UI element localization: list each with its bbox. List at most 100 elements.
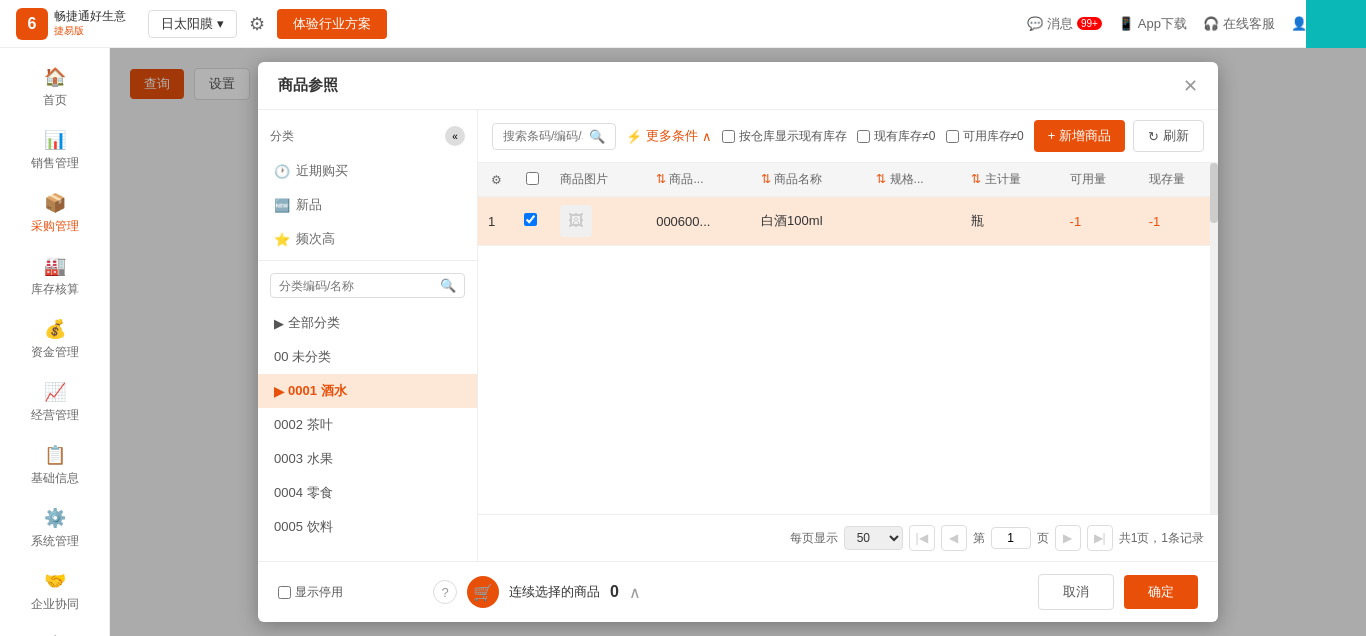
sidebar-item-collab[interactable]: 🤝 企业协同	[0, 560, 109, 623]
purchase-icon: 📦	[44, 192, 66, 214]
checkbox-stock-nonzero[interactable]: 现有库存≠0	[857, 128, 935, 145]
collapse-button[interactable]: «	[445, 126, 465, 146]
chevron-up-icon: ∧	[702, 129, 712, 144]
top-navigation: 6 畅捷通好生意 捷易版 日太阳膜 ▾ ⚙ 体验行业方案 💬 消息 99+ 📱 …	[0, 0, 1366, 48]
help-icon-btn[interactable]: ?	[433, 580, 457, 604]
new-items-item[interactable]: 🆕 新品	[258, 188, 477, 222]
th-spec[interactable]: ⇅ 规格...	[866, 163, 961, 197]
dialog-header: 商品参照 ✕	[258, 62, 1218, 110]
messages-btn[interactable]: 💬 消息 99+	[1027, 15, 1102, 33]
user-icon: 👤	[1291, 16, 1307, 31]
row-stock: -1	[1139, 197, 1218, 246]
row-select-checkbox[interactable]	[524, 213, 537, 226]
toolbar: 🔍 ⚡ 更多条件 ∧ 按仓库显示现有库存	[478, 110, 1218, 163]
divider	[258, 260, 477, 261]
scrollbar-track[interactable]	[1210, 163, 1218, 514]
confirm-button[interactable]: 确定	[1124, 575, 1198, 609]
show-disabled-checkbox[interactable]	[278, 586, 291, 599]
th-code[interactable]: ⇅ 商品...	[646, 163, 751, 197]
recent-purchase-item[interactable]: 🕐 近期购买	[258, 154, 477, 188]
filter-button[interactable]: ⚡ 更多条件 ∧	[626, 127, 712, 145]
checkbox-by-warehouse-input[interactable]	[722, 130, 735, 143]
sidebar-item-operations[interactable]: 📈 经营管理	[0, 371, 109, 434]
footer-left: 显示停用	[278, 584, 343, 601]
row-name: 白酒100ml	[751, 197, 866, 246]
sidebar-item-finance[interactable]: 💰 资金管理	[0, 308, 109, 371]
next-page-btn[interactable]: ▶	[1055, 525, 1081, 551]
category-search-icon[interactable]: 🔍	[440, 278, 456, 293]
sidebar-item-basics[interactable]: 📋 基础信息	[0, 434, 109, 497]
sidebar: 🏠 首页 📊 销售管理 📦 采购管理 🏭 库存核算 💰 资金管理 📈 经营管理 …	[0, 48, 110, 636]
sidebar-item-sales[interactable]: 📊 销售管理	[0, 119, 109, 182]
sales-icon: 📊	[44, 129, 66, 151]
th-name[interactable]: ⇅ 商品名称	[751, 163, 866, 197]
frequent-item[interactable]: ⭐ 频次高	[258, 222, 477, 256]
category-item-00[interactable]: 00 未分类	[258, 340, 477, 374]
expand-button[interactable]: ∧	[629, 583, 641, 602]
add-product-button[interactable]: + 新增商品	[1034, 120, 1125, 152]
dialog-close-button[interactable]: ✕	[1183, 77, 1198, 95]
search-icon[interactable]: 🔍	[589, 129, 605, 144]
sidebar-item-home[interactable]: 🏠 首页	[0, 56, 109, 119]
first-page-btn[interactable]: |◀	[909, 525, 935, 551]
product-search-input[interactable]	[503, 129, 583, 143]
checkbox-stock-nonzero-input[interactable]	[857, 130, 870, 143]
dialog-title: 商品参照	[278, 76, 338, 95]
operations-icon: 📈	[44, 381, 66, 403]
continuous-label: 连续选择的商品	[509, 583, 600, 601]
product-table: ⚙ 商品图片 ⇅ 商品...	[478, 163, 1218, 246]
sidebar-item-purchase[interactable]: 📦 采购管理	[0, 182, 109, 245]
show-disabled-label[interactable]: 显示停用	[278, 584, 343, 601]
category-search-box[interactable]: 🔍	[270, 273, 465, 298]
table-row[interactable]: 1 🖼	[478, 197, 1218, 246]
th-settings[interactable]: ⚙	[478, 163, 514, 197]
th-unit[interactable]: ⇅ 主计量	[961, 163, 1059, 197]
category-search-input[interactable]	[279, 279, 434, 293]
message-icon: 💬	[1027, 16, 1043, 31]
sidebar-item-guide[interactable]: 🎓 新手引导	[0, 623, 109, 636]
refresh-icon: ↻	[1148, 129, 1159, 144]
cta-button[interactable]: 体验行业方案	[277, 9, 387, 39]
app-download-btn[interactable]: 📱 App下载	[1118, 15, 1187, 33]
sort-arrows-unit: ⇅	[971, 172, 981, 186]
scrollbar-thumb[interactable]	[1210, 163, 1218, 223]
row-available: -1	[1060, 197, 1139, 246]
product-thumbnail: 🖼	[560, 205, 592, 237]
refresh-button[interactable]: ↻ 刷新	[1133, 120, 1204, 152]
app-sub: 捷易版	[54, 24, 126, 38]
finance-icon: 💰	[44, 318, 66, 340]
last-page-btn[interactable]: ▶|	[1087, 525, 1113, 551]
sidebar-item-system[interactable]: ⚙️ 系统管理	[0, 497, 109, 560]
category-item-0001[interactable]: ▶ 0001 酒水	[258, 374, 477, 408]
category-all[interactable]: ▶ 全部分类	[258, 306, 477, 340]
chevron-down-icon: ▾	[217, 16, 224, 31]
settings-icon[interactable]: ⚙	[249, 13, 265, 35]
dialog-overlay: 商品参照 ✕ 分类 « 🕐 近期购买	[110, 48, 1366, 636]
checkbox-available-nonzero-input[interactable]	[946, 130, 959, 143]
online-support-btn[interactable]: 🎧 在线客服	[1203, 15, 1275, 33]
checkbox-available-nonzero[interactable]: 可用库存≠0	[946, 128, 1024, 145]
dialog-footer: 显示停用 ? 🛒 连续选择的商品 0 ∧ 取消 确定	[258, 561, 1218, 622]
row-image: 🖼	[550, 197, 646, 246]
category-item-0008[interactable]: 0008 水	[258, 544, 477, 553]
product-search-box[interactable]: 🔍	[492, 123, 616, 150]
row-checkbox[interactable]	[514, 197, 550, 246]
sidebar-item-inventory[interactable]: 🏭 库存核算	[0, 245, 109, 308]
right-panel: 🔍 ⚡ 更多条件 ∧ 按仓库显示现有库存	[478, 110, 1218, 561]
category-item-0005[interactable]: 0005 饮料	[258, 510, 477, 544]
pagination: 每页显示 50 100 200 |◀ ◀ 第 页 ▶	[478, 514, 1218, 561]
category-item-0002[interactable]: 0002 茶叶	[258, 408, 477, 442]
per-page-select[interactable]: 50 100 200	[844, 526, 903, 550]
sort-arrows-code: ⇅	[656, 172, 666, 186]
prev-page-btn[interactable]: ◀	[941, 525, 967, 551]
warehouse-dropdown[interactable]: 日太阳膜 ▾	[148, 10, 237, 38]
category-item-0003[interactable]: 0003 水果	[258, 442, 477, 476]
page-number-input[interactable]	[991, 527, 1031, 549]
cancel-button[interactable]: 取消	[1038, 574, 1114, 610]
select-all-checkbox[interactable]	[526, 172, 539, 185]
th-checkbox[interactable]	[514, 163, 550, 197]
main-content: 查询 设置 刷新 商品参照 ✕ 分类 «	[110, 48, 1366, 636]
cart-button[interactable]: 🛒	[467, 576, 499, 608]
checkbox-by-warehouse[interactable]: 按仓库显示现有库存	[722, 128, 847, 145]
category-item-0004[interactable]: 0004 零食	[258, 476, 477, 510]
